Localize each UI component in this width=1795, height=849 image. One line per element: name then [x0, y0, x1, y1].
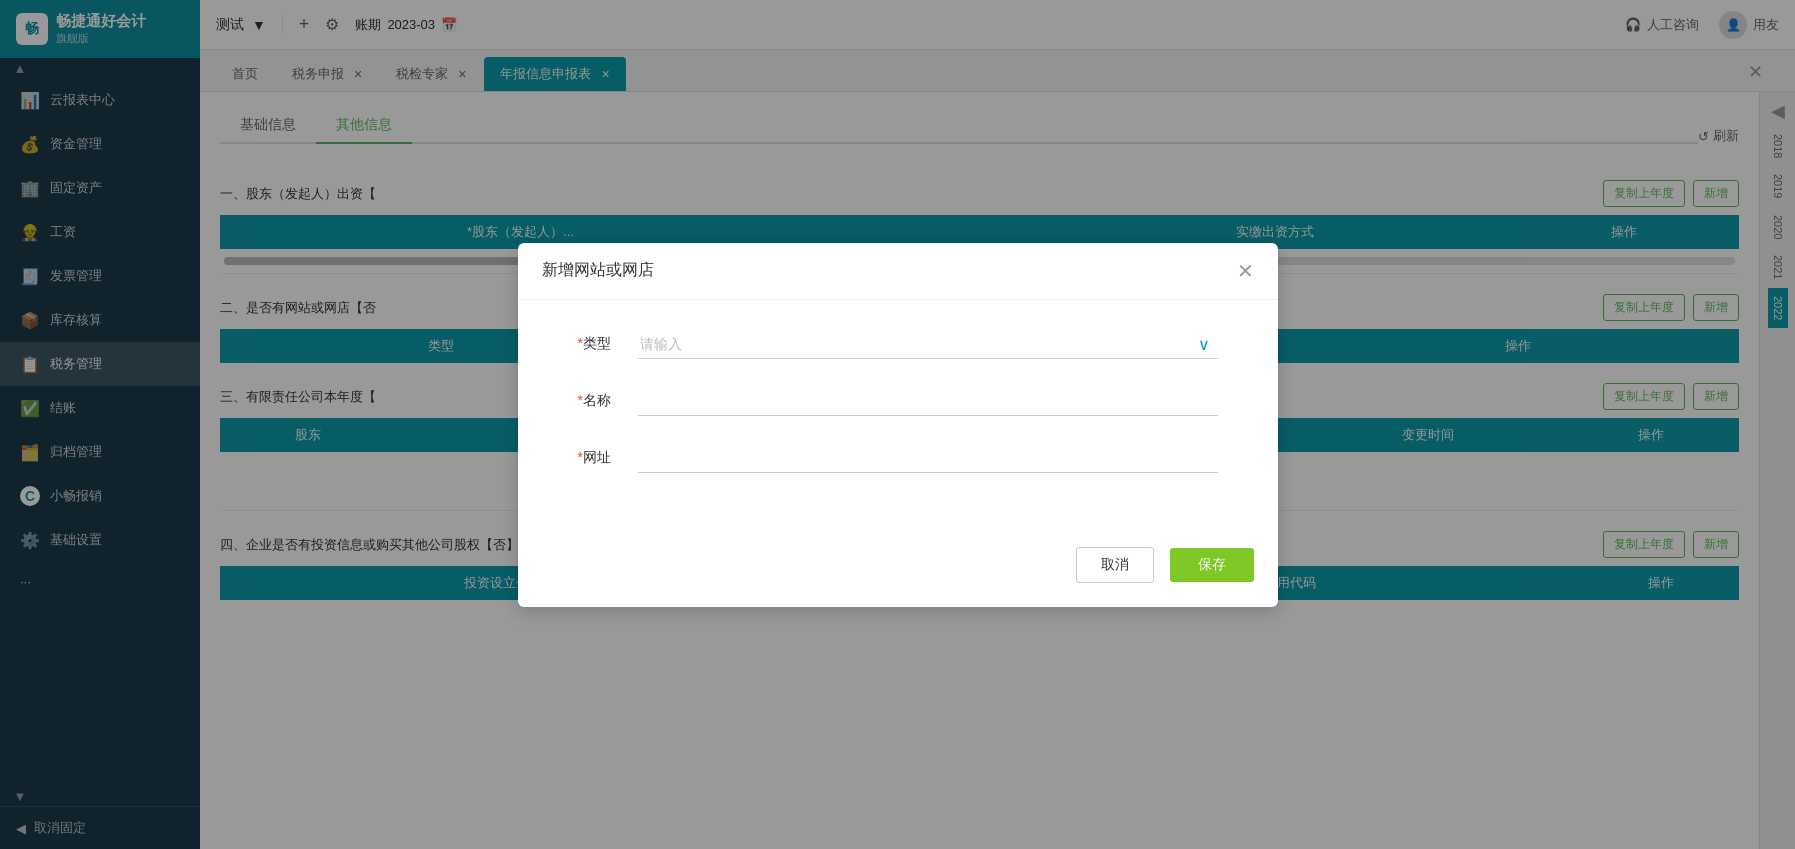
name-input[interactable] — [638, 387, 1218, 416]
type-input[interactable] — [638, 330, 1218, 359]
dialog-footer: 取消 保存 — [518, 531, 1278, 607]
cancel-button[interactable]: 取消 — [1076, 547, 1154, 583]
type-label: *类型 — [578, 335, 638, 353]
dialog-title: 新增网站或网店 — [542, 260, 654, 281]
dialog-overlay[interactable]: 新增网站或网店 ✕ *类型 ∨ *名称 — [0, 0, 1795, 849]
form-row-name: *名称 — [578, 387, 1218, 416]
url-input-wrap — [638, 444, 1218, 473]
save-button[interactable]: 保存 — [1170, 548, 1254, 582]
dialog-close-btn[interactable]: ✕ — [1237, 259, 1254, 283]
url-input[interactable] — [638, 444, 1218, 473]
dialog-body: *类型 ∨ *名称 *网址 — [518, 300, 1278, 531]
url-label: *网址 — [578, 449, 638, 467]
type-dropdown-icon[interactable]: ∨ — [1198, 335, 1210, 354]
name-input-wrap — [638, 387, 1218, 416]
form-row-url: *网址 — [578, 444, 1218, 473]
type-input-wrap: ∨ — [638, 330, 1218, 359]
add-website-dialog: 新增网站或网店 ✕ *类型 ∨ *名称 — [518, 243, 1278, 607]
name-label: *名称 — [578, 392, 638, 410]
form-row-type: *类型 ∨ — [578, 330, 1218, 359]
dialog-header: 新增网站或网店 ✕ — [518, 243, 1278, 300]
